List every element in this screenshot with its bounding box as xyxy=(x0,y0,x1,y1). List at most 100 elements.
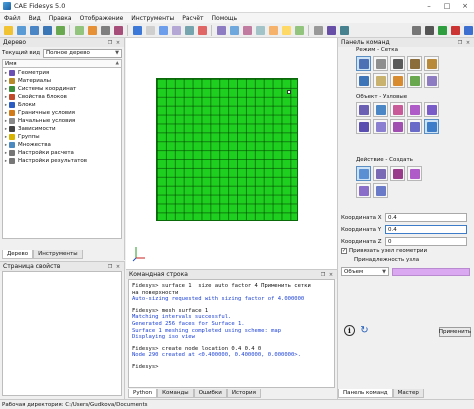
time-mode-icon[interactable] xyxy=(373,73,388,88)
grid-icon[interactable] xyxy=(312,24,324,36)
fit-icon[interactable] xyxy=(112,24,124,36)
box-icon[interactable] xyxy=(131,24,143,36)
surface-mode-icon[interactable] xyxy=(356,73,371,88)
align-action-icon[interactable] xyxy=(356,183,371,198)
boundary-mode-icon[interactable] xyxy=(373,56,388,71)
front-view-icon[interactable] xyxy=(215,24,227,36)
help-icon[interactable] xyxy=(462,24,474,36)
minimize-button[interactable]: – xyxy=(420,0,438,13)
vector-mode-icon[interactable] xyxy=(390,56,405,71)
coord-y-input[interactable]: 0.4 xyxy=(385,225,467,234)
model-tree[interactable]: ▸ Геометрия ▸ Материалы ▸ Системы координат ▸ С… xyxy=(2,67,122,239)
triangle-object-icon[interactable] xyxy=(390,119,405,134)
menu-view[interactable]: Вид xyxy=(25,15,45,22)
tab-python[interactable]: Python xyxy=(128,389,158,398)
hex-object-icon[interactable] xyxy=(356,119,371,134)
close-icon[interactable]: × xyxy=(465,40,471,46)
rotate-icon[interactable] xyxy=(73,24,85,36)
tree-item[interactable]: ▸ Настройки результатов xyxy=(3,157,121,165)
edge-object-icon[interactable] xyxy=(407,119,422,134)
pencil-mode-icon[interactable] xyxy=(390,73,405,88)
tree-column-header[interactable]: Имя ▲ xyxy=(2,59,122,67)
select-icon[interactable] xyxy=(325,24,337,36)
open-icon[interactable] xyxy=(15,24,27,36)
redo-icon[interactable] xyxy=(54,24,66,36)
undock-icon[interactable]: ❐ xyxy=(107,40,113,46)
volume-object-icon[interactable] xyxy=(356,102,371,117)
shaded-icon[interactable] xyxy=(183,24,195,36)
undock-icon[interactable]: ❐ xyxy=(457,40,463,46)
tree-item[interactable]: ▸ Геометрия xyxy=(3,69,121,77)
results-icon[interactable] xyxy=(449,24,461,36)
undock-icon[interactable]: ❐ xyxy=(107,264,113,270)
command-console[interactable]: Fidesys> surface 1 size auto factor 4 Пр… xyxy=(128,279,335,388)
tree-item[interactable]: ▸ Начальные условия xyxy=(3,117,121,125)
tools-icon[interactable] xyxy=(423,24,435,36)
create-action-icon[interactable] xyxy=(356,166,371,181)
new-icon[interactable] xyxy=(2,24,14,36)
tab-command-panel[interactable]: Панель команд xyxy=(338,389,393,398)
mesh-mode-icon[interactable] xyxy=(356,56,371,71)
tree-item[interactable]: ▸ Блоки xyxy=(3,101,121,109)
apply-button[interactable]: Применить xyxy=(439,327,471,337)
top-view-icon[interactable] xyxy=(267,24,279,36)
tab-tree[interactable]: Дерево xyxy=(2,250,34,259)
tab-errors[interactable]: Ошибки xyxy=(193,389,227,398)
solid-icon[interactable] xyxy=(157,24,169,36)
tet-object-icon[interactable] xyxy=(373,119,388,134)
node-object-icon[interactable] xyxy=(424,102,439,117)
menu-edit[interactable]: Правка xyxy=(45,15,76,22)
menu-display[interactable]: Отображение xyxy=(76,15,128,22)
wireframe-icon[interactable] xyxy=(144,24,156,36)
tools-mode-icon[interactable] xyxy=(407,56,422,71)
move-action-icon[interactable] xyxy=(373,183,388,198)
merge-action-icon[interactable] xyxy=(373,166,388,181)
close-button[interactable]: × xyxy=(456,0,474,13)
undo-icon[interactable] xyxy=(41,24,53,36)
tree-item[interactable]: ▸ Группы xyxy=(3,133,121,141)
cube-icon[interactable] xyxy=(196,24,208,36)
back-view-icon[interactable] xyxy=(228,24,240,36)
pick-icon[interactable] xyxy=(338,24,350,36)
material-mode-icon[interactable] xyxy=(407,73,422,88)
ownership-entity-swatch[interactable] xyxy=(392,267,470,276)
attach-node-checkbox[interactable]: ✓ xyxy=(341,248,347,254)
tree-item[interactable]: ▸ Граничные условия xyxy=(3,109,121,117)
tree-item[interactable]: ▸ Свойства блоков xyxy=(3,93,121,101)
tree-item[interactable]: ▸ Материалы xyxy=(3,77,121,85)
coord-z-input[interactable]: 0 xyxy=(385,237,467,246)
tree-item[interactable]: ▸ Системы координат xyxy=(3,85,121,93)
menu-help[interactable]: Помощь xyxy=(208,15,242,22)
tab-wizard[interactable]: Мастер xyxy=(392,389,424,398)
surface-object-icon[interactable] xyxy=(373,102,388,117)
nodes-object-icon[interactable] xyxy=(424,119,439,134)
menu-calculation[interactable]: Расчёт xyxy=(178,15,207,22)
ownership-type-combo[interactable]: Объем ▼ xyxy=(341,267,389,276)
menu-tools[interactable]: Инструменты xyxy=(127,15,178,22)
iso-view-icon[interactable] xyxy=(293,24,305,36)
info-icon[interactable]: i xyxy=(344,325,355,336)
view-combo[interactable]: Полное дерево ▼ xyxy=(43,48,122,58)
left-view-icon[interactable] xyxy=(241,24,253,36)
close-icon[interactable]: × xyxy=(115,40,121,46)
edit-action-icon[interactable] xyxy=(407,166,422,181)
menu-file[interactable]: Файл xyxy=(0,15,25,22)
graphics-viewport[interactable] xyxy=(126,38,337,269)
zoom-icon[interactable] xyxy=(99,24,111,36)
run-icon[interactable] xyxy=(436,24,448,36)
vertex-object-icon[interactable] xyxy=(407,102,422,117)
tree-item[interactable]: ▸ Зависимости xyxy=(3,125,121,133)
analysis-mode-icon[interactable] xyxy=(424,73,439,88)
cube-mode-icon[interactable] xyxy=(424,56,439,71)
bottom-view-icon[interactable] xyxy=(280,24,292,36)
undock-icon[interactable]: ❐ xyxy=(320,272,326,278)
hidden-icon[interactable] xyxy=(170,24,182,36)
tab-commands[interactable]: Команды xyxy=(157,389,194,398)
maximize-button[interactable]: □ xyxy=(438,0,456,13)
reset-icon[interactable]: ↻ xyxy=(359,325,370,336)
curve-object-icon[interactable] xyxy=(390,102,405,117)
close-icon[interactable]: × xyxy=(328,272,334,278)
save-icon[interactable] xyxy=(28,24,40,36)
coord-x-input[interactable]: 0.4 xyxy=(385,213,467,222)
tab-history[interactable]: История xyxy=(226,389,261,398)
